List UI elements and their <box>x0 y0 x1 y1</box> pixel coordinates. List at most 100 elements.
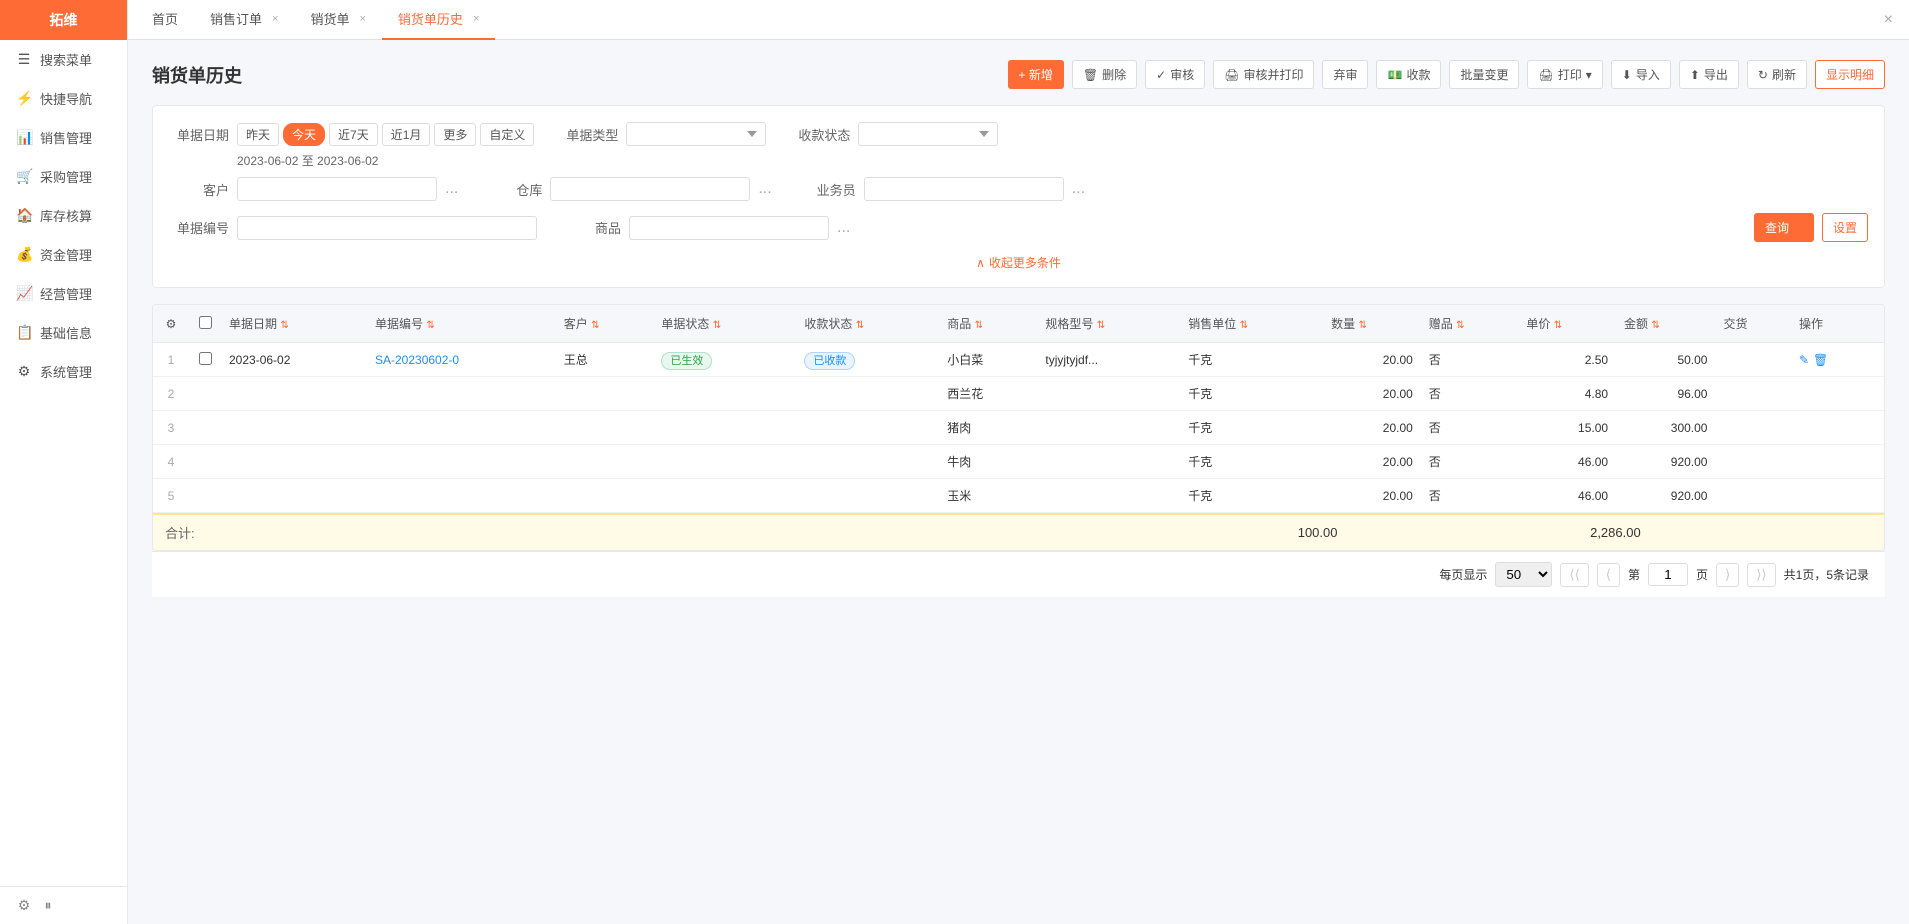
sidebar-item-purchase-mgmt[interactable]: 🛒 采购管理 <box>0 157 127 196</box>
date-btn-7days[interactable]: 近7天 <box>329 123 378 146</box>
col-amount[interactable]: 金额 ⇅ <box>1616 305 1715 343</box>
col-checkbox[interactable] <box>189 305 221 343</box>
per-page-select[interactable]: 50 20 100 <box>1495 562 1552 587</box>
page-next-btn[interactable]: ⟩ <box>1716 563 1739 587</box>
tab-sales-goods-close[interactable]: × <box>359 13 365 25</box>
print-icon: 🖨 <box>1538 68 1553 82</box>
col-gift[interactable]: 赠品 ⇅ <box>1421 305 1519 343</box>
action-delete-btn[interactable]: 🗑 <box>1813 353 1828 367</box>
table-settings-icon[interactable]: ⚙ <box>166 317 177 331</box>
abandon-button[interactable]: 弃审 <box>1322 60 1368 89</box>
col-transaction: 交货 <box>1715 305 1790 343</box>
pagination-bar: 每页显示 50 20 100 ⟨⟨ ⟨ 第 页 ⟩ ⟩⟩ 共1页，5条记录 <box>152 551 1885 597</box>
sidebar-item-inventory[interactable]: 🏠 库存核算 <box>0 196 127 235</box>
sidebar-item-system-mgmt[interactable]: ⚙ 系统管理 <box>0 352 127 391</box>
batch-change-button[interactable]: 批量变更 <box>1449 60 1519 89</box>
sidebar-item-sales-mgmt[interactable]: 📊 销售管理 <box>0 118 127 157</box>
audit-button[interactable]: ✓ 审核 <box>1145 60 1205 89</box>
refresh-button[interactable]: ↻ 刷新 <box>1747 60 1807 89</box>
tab-sales-order-close[interactable]: × <box>272 13 278 25</box>
date-btn-today[interactable]: 今天 <box>283 123 325 146</box>
tab-sales-order[interactable]: 销售订单 × <box>194 0 294 40</box>
action-edit-btn[interactable]: ✎ <box>1799 353 1809 367</box>
col-doc-no[interactable]: 单据编号 ⇅ <box>367 305 556 343</box>
warehouse-input[interactable] <box>550 177 750 201</box>
delete-button[interactable]: 🗑 删除 <box>1072 60 1137 89</box>
sidebar-item-basic-info[interactable]: 📋 基础信息 <box>0 313 127 352</box>
doc-type-select[interactable] <box>626 122 766 146</box>
select-all-checkbox[interactable] <box>199 316 212 329</box>
goods-input[interactable] <box>629 216 829 240</box>
cell-doc-no <box>367 445 556 479</box>
print-button[interactable]: 🖨 打印 ▾ <box>1527 60 1602 89</box>
sidebar-item-quick-nav[interactable]: ⚡ 快捷导航 <box>0 79 127 118</box>
sort-gift-icon: ⇅ <box>1456 320 1464 331</box>
page-number-input[interactable] <box>1648 563 1688 586</box>
cell-actions: ✎🗑 <box>1791 343 1884 377</box>
col-collect-status[interactable]: 收款状态 ⇅ <box>796 305 939 343</box>
tab-sales-history[interactable]: 销货单历史 × <box>382 0 495 40</box>
cell-checkbox[interactable] <box>189 445 221 479</box>
collapse-btn[interactable]: ∧ 收起更多条件 <box>976 254 1061 271</box>
page-first-btn[interactable]: ⟨⟨ <box>1560 563 1588 587</box>
date-btn-custom[interactable]: 自定义 <box>480 123 534 146</box>
col-doc-date[interactable]: 单据日期 ⇅ <box>221 305 367 343</box>
tab-sales-goods[interactable]: 销货单 × <box>294 0 381 40</box>
customer-input[interactable] <box>237 177 437 201</box>
goods-dots-btn[interactable]: ... <box>837 219 850 237</box>
col-settings[interactable]: ⚙ <box>153 305 189 343</box>
date-btn-1month[interactable]: 近1月 <box>382 123 431 146</box>
cell-collect-status <box>796 411 939 445</box>
doc-no-link[interactable]: SA-20230602-0 <box>375 353 459 367</box>
cell-spec-type <box>1037 445 1180 479</box>
collapse-row: ∧ 收起更多条件 <box>169 254 1868 271</box>
export-button[interactable]: ⬆ 导出 <box>1679 60 1739 89</box>
sidebar-item-search-menu[interactable]: ☰ 搜索菜单 <box>0 40 127 79</box>
sidebar-settings-btn[interactable]: ⚙ ⏸ <box>0 887 127 924</box>
sidebar-item-operations[interactable]: 📈 经营管理 <box>0 274 127 313</box>
cell-gift: 否 <box>1421 377 1519 411</box>
page-suffix: 页 <box>1696 566 1708 583</box>
sort-doc-date-icon: ⇅ <box>280 320 288 331</box>
cell-actions <box>1791 411 1884 445</box>
settings-filter-button[interactable]: 设置 <box>1822 213 1868 242</box>
cell-checkbox[interactable] <box>189 411 221 445</box>
warehouse-label: 仓库 <box>482 180 542 199</box>
col-unit-price[interactable]: 单价 ⇅ <box>1518 305 1616 343</box>
date-btn-yesterday[interactable]: 昨天 <box>237 123 279 146</box>
import-button[interactable]: ⬇ 导入 <box>1611 60 1671 89</box>
cell-sales-unit: 千克 <box>1180 445 1323 479</box>
staff-dots-btn[interactable]: ... <box>1072 180 1085 198</box>
audit-print-button[interactable]: 🖨 审核并打印 <box>1213 60 1314 89</box>
tab-home[interactable]: 首页 <box>136 0 194 40</box>
query-button[interactable]: 查询 <box>1754 213 1814 242</box>
col-goods[interactable]: 商品 ⇅ <box>939 305 1037 343</box>
cell-gift: 否 <box>1421 445 1519 479</box>
date-range-text: 2023-06-02 至 2023-06-02 <box>237 152 378 169</box>
staff-input[interactable] <box>864 177 1064 201</box>
customer-dots-btn[interactable]: ... <box>445 180 458 198</box>
cell-checkbox[interactable] <box>189 377 221 411</box>
page-prev-btn[interactable]: ⟨ <box>1597 563 1620 587</box>
row-checkbox[interactable] <box>199 352 212 365</box>
filter-row-3: 单据编号 商品 ... 查询 设置 <box>169 213 1868 242</box>
add-button[interactable]: + 新增 <box>1008 60 1064 89</box>
collect-button[interactable]: 💵 收款 <box>1376 60 1441 89</box>
col-qty[interactable]: 数量 ⇅ <box>1323 305 1421 343</box>
cell-checkbox[interactable] <box>189 343 221 377</box>
col-customer[interactable]: 客户 ⇅ <box>556 305 654 343</box>
tab-sales-history-close[interactable]: × <box>473 13 479 25</box>
col-doc-status[interactable]: 单据状态 ⇅ <box>653 305 796 343</box>
date-btn-more[interactable]: 更多 <box>434 123 476 146</box>
quick-nav-icon: ⚡ <box>16 90 32 107</box>
sidebar-item-finance[interactable]: 💰 资金管理 <box>0 235 127 274</box>
col-sales-unit[interactable]: 销售单位 ⇅ <box>1180 305 1323 343</box>
warehouse-dots-btn[interactable]: ... <box>758 180 771 198</box>
show-detail-button[interactable]: 显示明细 <box>1815 60 1885 89</box>
page-last-btn[interactable]: ⟩⟩ <box>1747 563 1775 587</box>
col-spec-type[interactable]: 规格型号 ⇅ <box>1037 305 1180 343</box>
tab-bar-close-btn[interactable]: × <box>1876 11 1901 29</box>
doc-no-input[interactable] <box>237 216 537 240</box>
cell-checkbox[interactable] <box>189 479 221 513</box>
collect-status-select[interactable] <box>858 122 998 146</box>
